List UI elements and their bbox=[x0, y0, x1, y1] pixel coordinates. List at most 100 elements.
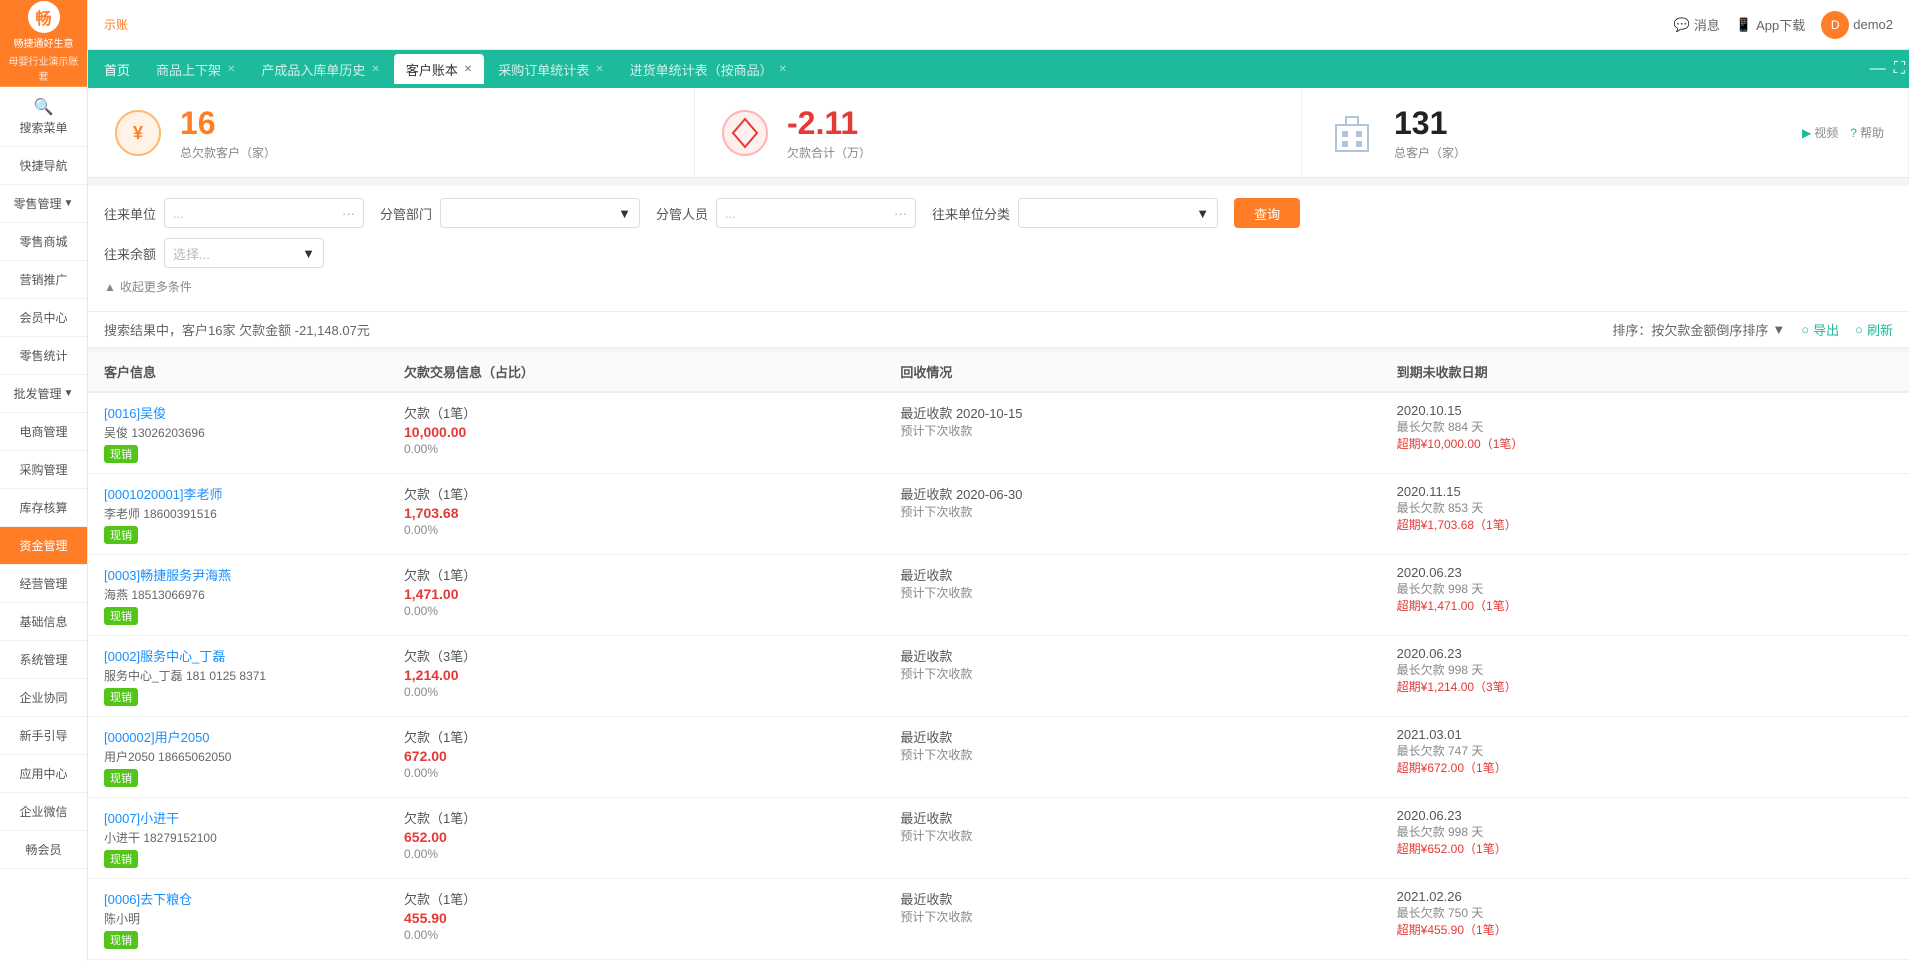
tab-products-offshelf[interactable]: 商品上下架 ✕ bbox=[144, 54, 247, 84]
sort-label: 排序：按欠款金额倒序排序 bbox=[1612, 320, 1768, 339]
tab-production-history[interactable]: 产成品入库单历史 ✕ bbox=[249, 54, 391, 84]
stat-label-debt-total: 欠款合计（万） bbox=[787, 144, 871, 161]
sidebar-item-app-center[interactable]: 应用中心 bbox=[0, 755, 87, 793]
collection-cell-0: 最近收款 2020-10-15 预计下次收款 bbox=[900, 403, 1396, 439]
user-avatar: D bbox=[1821, 11, 1849, 39]
stat-info-debt-total: -2.11 欠款合计（万） bbox=[787, 105, 871, 161]
customer-name-5[interactable]: [0007]小进干 bbox=[104, 808, 404, 827]
sidebar-item-finance[interactable]: 资金管理 bbox=[0, 527, 87, 565]
sidebar-item-system[interactable]: 系统管理 bbox=[0, 641, 87, 679]
dept-select[interactable]: ▼ bbox=[440, 198, 640, 228]
sidebar-item-search[interactable]: 🔍 搜索菜单 bbox=[0, 87, 87, 147]
page-body: ¥ 16 总欠款客户（家） bbox=[88, 88, 1909, 961]
vendor-placeholder: ... bbox=[173, 206, 184, 221]
tab-import-stats[interactable]: 进货单统计表（按商品） ✕ bbox=[618, 54, 799, 84]
tab-home[interactable]: 首页 bbox=[92, 54, 142, 84]
customer-name-1[interactable]: [0001020001]李老师 bbox=[104, 484, 404, 503]
enterprise-coop-label: 企业协同 bbox=[4, 689, 83, 706]
customer-phone-2: 海燕 18513066976 bbox=[104, 586, 404, 603]
overdue-amount-1[interactable]: 超期¥1,703.68（1笔） bbox=[1397, 516, 1893, 533]
debt-count-1: 欠款（1笔） bbox=[404, 484, 900, 503]
customer-name-4[interactable]: [000002]用户2050 bbox=[104, 727, 404, 746]
due-date-cell-1: 2020.11.15 最长欠款 853 天 超期¥1,703.68（1笔） bbox=[1397, 484, 1893, 533]
last-collection-5: 最近收款 bbox=[900, 808, 1396, 827]
overdue-amount-6[interactable]: 超期¥455.90（1笔） bbox=[1397, 921, 1893, 938]
purchase-label: 采购管理 bbox=[4, 461, 83, 478]
customer-name-3[interactable]: [0002]服务中心_丁磊 bbox=[104, 646, 404, 665]
tab-close-icon[interactable]: ✕ bbox=[464, 64, 472, 75]
tab-products-offshelf-label: 商品上下架 bbox=[156, 60, 221, 79]
overdue-amount-2[interactable]: 超期¥1,471.00（1笔） bbox=[1397, 597, 1893, 614]
export-button[interactable]: ○ 导出 bbox=[1801, 320, 1839, 339]
overdue-amount-4[interactable]: 超期¥672.00（1笔） bbox=[1397, 759, 1893, 776]
sidebar-item-retail-mgmt[interactable]: 零售管理 ▼ bbox=[0, 185, 87, 223]
due-date-cell-4: 2021.03.01 最长欠款 747 天 超期¥672.00（1笔） bbox=[1397, 727, 1893, 776]
next-collection-3: 预计下次收款 bbox=[900, 665, 1396, 682]
sidebar-item-ecommerce[interactable]: 电商管理 bbox=[0, 413, 87, 451]
customer-cell-3: [0002]服务中心_丁磊 服务中心_丁磊 181 0125 8371 现销 bbox=[104, 646, 404, 706]
sidebar-item-basic-info[interactable]: 基础信息 bbox=[0, 603, 87, 641]
tab-close-icon[interactable]: ✕ bbox=[595, 64, 603, 75]
tab-close-icon[interactable]: ✕ bbox=[779, 64, 787, 75]
tab-close-icon[interactable]: ✕ bbox=[371, 64, 379, 75]
sort-button[interactable]: 排序：按欠款金额倒序排序 ▼ bbox=[1612, 320, 1785, 339]
table-row: [0007]小进干 小进干 18279152100 现销 欠款（1笔） 652.… bbox=[88, 798, 1909, 879]
customer-tag-2: 现销 bbox=[104, 607, 138, 625]
vendor-input[interactable]: ... ··· bbox=[164, 198, 364, 228]
due-date-1: 2020.11.15 bbox=[1397, 484, 1893, 499]
video-link[interactable]: ▶ 视频 bbox=[1802, 124, 1838, 141]
sidebar-item-inventory[interactable]: 库存核算 bbox=[0, 489, 87, 527]
sidebar-item-retail-stats[interactable]: 零售统计 bbox=[0, 337, 87, 375]
col-debt-info: 欠款交易信息（占比） bbox=[404, 362, 900, 381]
stat-card-debt-total: -2.11 欠款合计（万） bbox=[695, 88, 1302, 177]
app-download-btn[interactable]: 📱 App下载 bbox=[1736, 15, 1805, 34]
person-input[interactable]: ... ··· bbox=[716, 198, 916, 228]
due-date-0: 2020.10.15 bbox=[1397, 403, 1893, 418]
sidebar-item-marketing[interactable]: 营销推广 bbox=[0, 261, 87, 299]
customer-name-0[interactable]: [0016]吴俊 bbox=[104, 403, 404, 422]
finance-label: 资金管理 bbox=[4, 537, 83, 554]
tab-customer-account[interactable]: 客户账本 ✕ bbox=[394, 54, 484, 84]
customer-name-2[interactable]: [0003]畅捷服务尹海燕 bbox=[104, 565, 404, 584]
sidebar-item-new-guide[interactable]: 新手引导 bbox=[0, 717, 87, 755]
table-row: [0016]吴俊 吴俊 13026203696 现销 欠款（1笔） 10,000… bbox=[88, 393, 1909, 474]
help-label: 帮助 bbox=[1860, 124, 1884, 141]
collection-cell-4: 最近收款 预计下次收款 bbox=[900, 727, 1396, 763]
app-name: 畅捷通好生意 bbox=[14, 35, 74, 50]
category-select[interactable]: ▼ bbox=[1018, 198, 1218, 228]
search-button[interactable]: 查询 bbox=[1234, 198, 1300, 228]
sidebar-item-enterprise-wechat[interactable]: 企业微信 bbox=[0, 793, 87, 831]
customer-tag-0: 现销 bbox=[104, 445, 138, 463]
overdue-amount-3[interactable]: 超期¥1,214.00（3笔） bbox=[1397, 678, 1893, 695]
message-btn[interactable]: 💬 消息 bbox=[1674, 15, 1720, 34]
tab-close-icon[interactable]: ✕ bbox=[227, 64, 235, 75]
table-header: 客户信息 欠款交易信息（占比） 回收情况 到期未收款日期 bbox=[88, 352, 1909, 393]
sidebar-item-retail-mall[interactable]: 零售商城 bbox=[0, 223, 87, 261]
table-row: [0006]去下粮仓 陈小明 现销 欠款（1笔） 455.90 0.00% 最近… bbox=[88, 879, 1909, 960]
sidebar-item-enterprise-coop[interactable]: 企业协同 bbox=[0, 679, 87, 717]
sidebar-item-free-member[interactable]: 畅会员 bbox=[0, 831, 87, 869]
sidebar-item-quick-nav[interactable]: 快捷导航 bbox=[0, 147, 87, 185]
refresh-button[interactable]: ○ 刷新 bbox=[1855, 320, 1893, 339]
collapse-more-btn[interactable]: ▲ 收起更多条件 bbox=[104, 278, 1893, 295]
app-center-label: 应用中心 bbox=[4, 765, 83, 782]
overdue-amount-0[interactable]: 超期¥10,000.00（1笔） bbox=[1397, 435, 1893, 452]
col-customer-info: 客户信息 bbox=[104, 362, 404, 381]
tab-collapse-btn[interactable]: — bbox=[1870, 60, 1886, 78]
user-menu[interactable]: D demo2 bbox=[1821, 11, 1893, 39]
overdue-amount-5[interactable]: 超期¥652.00（1笔） bbox=[1397, 840, 1893, 857]
tab-maximize-btn[interactable]: ⛶ bbox=[1894, 60, 1905, 78]
customer-name-6[interactable]: [0006]去下粮仓 bbox=[104, 889, 404, 908]
person-label: 分管人员 bbox=[656, 204, 708, 223]
collection-cell-1: 最近收款 2020-06-30 预计下次收款 bbox=[900, 484, 1396, 520]
help-link[interactable]: ? 帮助 bbox=[1850, 124, 1884, 141]
tab-purchase-order[interactable]: 采购订单统计表 ✕ bbox=[486, 54, 615, 84]
balance-select[interactable]: 选择... ▼ bbox=[164, 238, 324, 268]
results-actions: 排序：按欠款金额倒序排序 ▼ ○ 导出 ○ 刷新 bbox=[1612, 320, 1893, 339]
due-date-cell-3: 2020.06.23 最长欠款 998 天 超期¥1,214.00（3笔） bbox=[1397, 646, 1893, 695]
sidebar-item-purchase[interactable]: 采购管理 bbox=[0, 451, 87, 489]
sidebar-item-batch-mgmt[interactable]: 批发管理 ▼ bbox=[0, 375, 87, 413]
stat-card-debtors: ¥ 16 总欠款客户（家） bbox=[88, 88, 695, 177]
sidebar-item-ops[interactable]: 经营管理 bbox=[0, 565, 87, 603]
sidebar-item-member[interactable]: 会员中心 bbox=[0, 299, 87, 337]
